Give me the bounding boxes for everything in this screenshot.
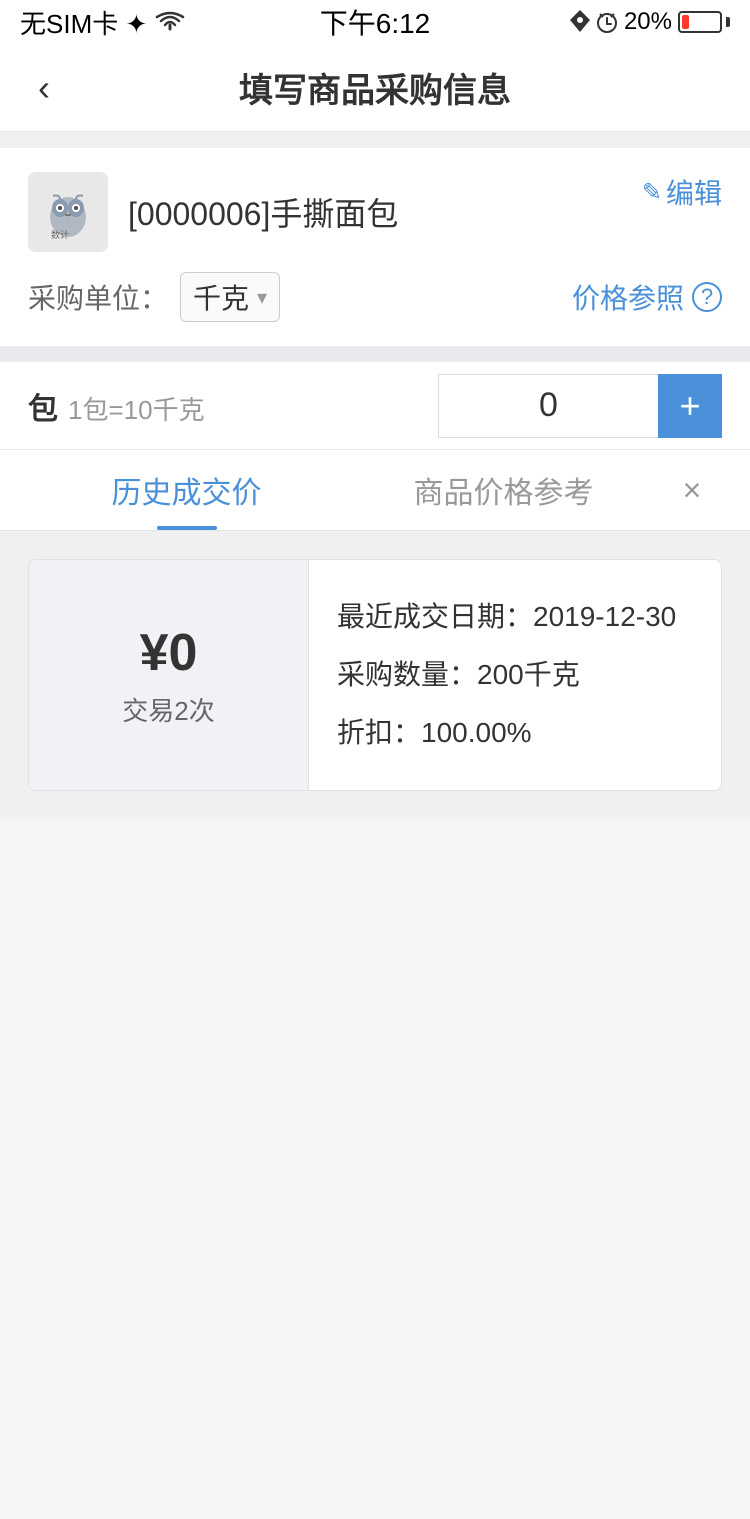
- detail-quantity-label: 采购数量：: [337, 659, 477, 690]
- tab-active-indicator: [157, 526, 217, 530]
- detail-discount-label: 折扣：: [337, 717, 421, 748]
- detail-date-label: 最近成交日期：: [337, 601, 533, 632]
- price-ref-button[interactable]: 价格参照 ?: [572, 277, 722, 317]
- tab-history-price[interactable]: 历史成交价: [28, 450, 345, 530]
- svg-text:数计: 数计: [51, 229, 69, 240]
- status-left: 无SIM卡 ✦: [20, 4, 185, 41]
- quantity-unit: 包: [28, 384, 58, 428]
- product-card: 数计 [0000006]手撕面包 ✎ 编辑 采购单位： 千克 ▾ 价格参照 ?: [0, 148, 750, 346]
- tab-history-price-label: 历史成交价: [112, 468, 262, 512]
- alarm-icon: [596, 10, 618, 34]
- price-ref-label: 价格参照: [572, 277, 684, 317]
- detail-date-value: 2019-12-30: [533, 601, 676, 632]
- history-card-price-section: ¥0 交易2次: [29, 560, 309, 790]
- quantity-input[interactable]: [438, 374, 658, 438]
- battery-percent: 20%: [624, 8, 672, 36]
- detail-row-discount: 折扣：100.00%: [337, 712, 693, 754]
- history-card-detail-section: 最近成交日期：2019-12-30 采购数量：200千克 折扣：100.00%: [309, 560, 721, 790]
- tab-product-price-label: 商品价格参考: [414, 468, 594, 512]
- section-divider: [0, 346, 750, 362]
- status-time: 下午6:12: [320, 2, 431, 42]
- detail-row-quantity: 采购数量：200千克: [337, 654, 693, 696]
- back-button[interactable]: ‹: [28, 57, 60, 119]
- quantity-right: +: [438, 374, 722, 438]
- battery-icon: [678, 11, 730, 33]
- unit-select[interactable]: 千克 ▾: [180, 272, 280, 322]
- history-count: 交易2次: [122, 691, 214, 728]
- history-content: ¥0 交易2次 最近成交日期：2019-12-30 采购数量：200千克 折扣：…: [0, 531, 750, 819]
- edit-button[interactable]: ✎ 编辑: [642, 172, 722, 212]
- location-icon: [570, 10, 590, 34]
- main-content-area: [0, 819, 750, 1519]
- page-title: 填写商品采购信息: [239, 63, 511, 112]
- product-left: 数计 [0000006]手撕面包: [28, 172, 398, 252]
- product-unit-row: 采购单位： 千克 ▾ 价格参照 ?: [28, 272, 722, 322]
- quantity-left: 包 1包=10千克: [28, 384, 205, 428]
- quantity-row: 包 1包=10千克 +: [0, 362, 750, 450]
- quantity-hint: 1包=10千克: [68, 390, 205, 427]
- status-right: 20%: [570, 8, 730, 36]
- edit-icon: ✎: [642, 178, 662, 207]
- tabs-header: 历史成交价 商品价格参考 ×: [0, 450, 750, 531]
- tabs-section: 历史成交价 商品价格参考 ×: [0, 450, 750, 531]
- product-image-owl: 数计: [38, 182, 98, 242]
- product-name: [0000006]手撕面包: [128, 189, 398, 235]
- history-price: ¥0: [140, 623, 198, 683]
- product-thumbnail: 数计: [28, 172, 108, 252]
- tab-close-button[interactable]: ×: [662, 450, 722, 530]
- detail-quantity-value: 200千克: [477, 659, 580, 690]
- status-bar: 无SIM卡 ✦ 下午6:12 20%: [0, 0, 750, 44]
- unit-value: 千克: [193, 277, 249, 317]
- detail-row-date: 最近成交日期：2019-12-30: [337, 596, 693, 638]
- unit-label: 采购单位：: [28, 277, 168, 317]
- chevron-down-icon: ▾: [257, 285, 267, 310]
- help-icon: ?: [692, 282, 722, 312]
- nav-bar: ‹ 填写商品采购信息: [0, 44, 750, 132]
- tab-product-price[interactable]: 商品价格参考: [345, 450, 662, 530]
- edit-label: 编辑: [666, 172, 722, 212]
- carrier-text: 无SIM卡 ✦: [20, 4, 147, 41]
- product-header: 数计 [0000006]手撕面包 ✎ 编辑: [28, 172, 722, 252]
- history-card: ¥0 交易2次 最近成交日期：2019-12-30 采购数量：200千克 折扣：…: [28, 559, 722, 791]
- wifi-icon: [155, 11, 185, 33]
- quantity-plus-button[interactable]: +: [658, 374, 722, 438]
- detail-discount-value: 100.00%: [421, 717, 532, 748]
